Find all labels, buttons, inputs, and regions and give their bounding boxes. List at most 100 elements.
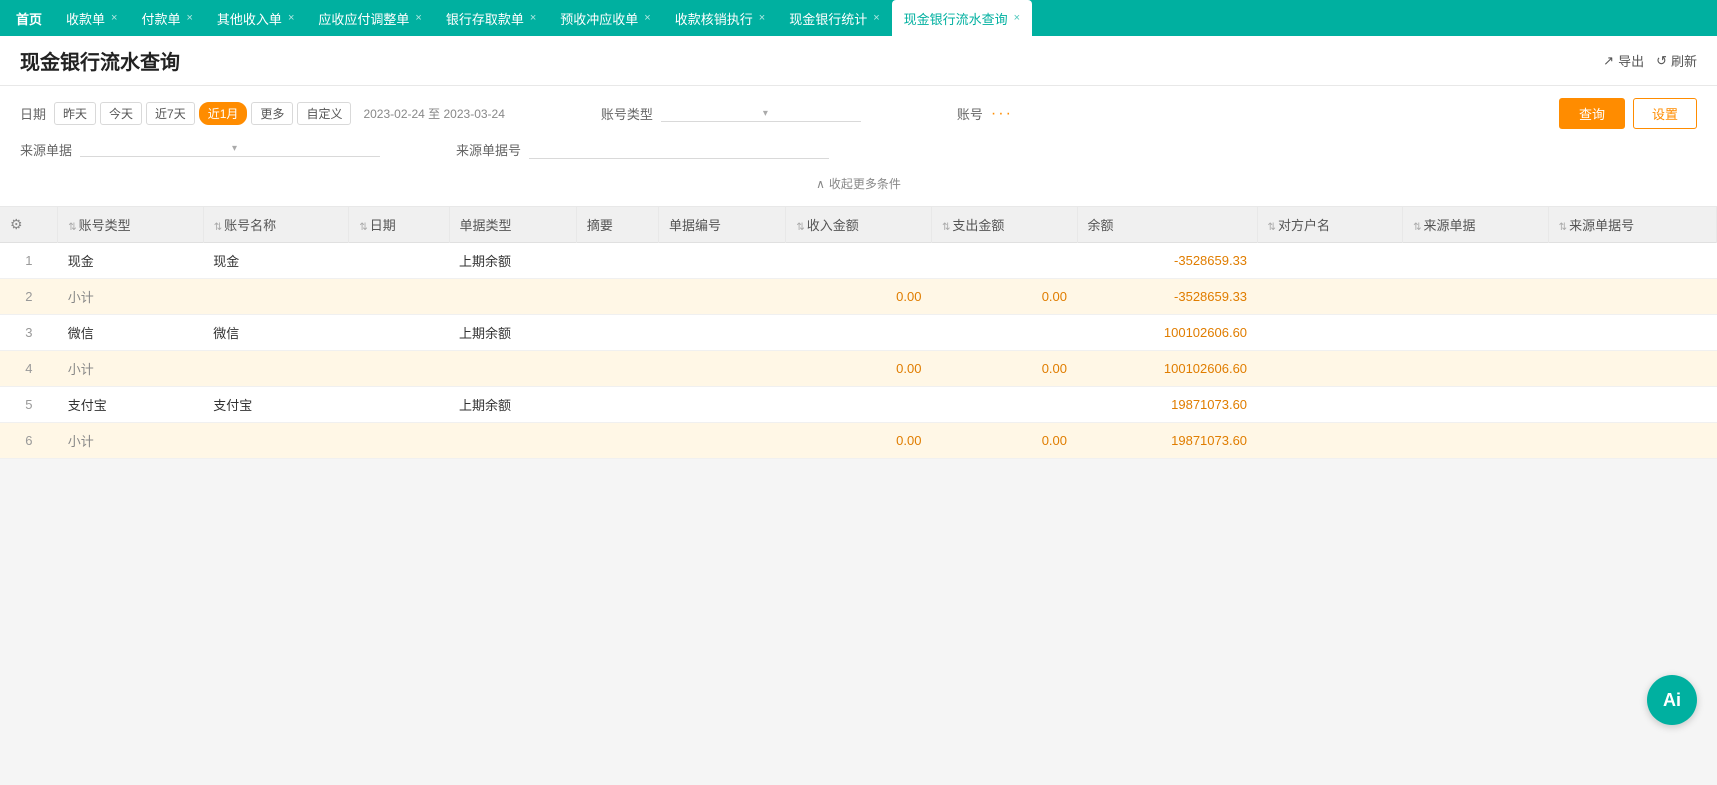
cell-income: 0.00 bbox=[786, 351, 932, 387]
close-icon[interactable]: × bbox=[1014, 12, 1020, 24]
col-header-account_name[interactable]: ⇅账号名称 bbox=[203, 207, 349, 243]
table-row: 2小计0.000.00-3528659.33 bbox=[0, 279, 1717, 315]
cell-balance: -3528659.33 bbox=[1077, 279, 1257, 315]
cell-doc_type: 上期余额 bbox=[449, 243, 576, 279]
col-header-counterpart[interactable]: ⇅对方户名 bbox=[1257, 207, 1403, 243]
cell-account_type: 现金 bbox=[58, 243, 204, 279]
sort-icon: ⇅ bbox=[68, 222, 76, 233]
cell-num: 4 bbox=[0, 351, 58, 387]
cell-doc_no bbox=[658, 387, 785, 423]
sort-icon: ⇅ bbox=[1413, 222, 1421, 233]
close-icon[interactable]: × bbox=[873, 12, 879, 24]
nav-tab-收款单[interactable]: 收款单× bbox=[54, 0, 129, 36]
cell-account_name: 支付宝 bbox=[203, 387, 349, 423]
date-btn-自定义[interactable]: 自定义 bbox=[297, 102, 351, 125]
nav-tab-银行存取款单[interactable]: 银行存取款单× bbox=[434, 0, 548, 36]
cell-doc_no bbox=[658, 423, 785, 459]
cell-num: 3 bbox=[0, 315, 58, 351]
cell-account_name: 现金 bbox=[203, 243, 349, 279]
cell-account_type: 小计 bbox=[58, 423, 204, 459]
source-doc-filter-group: 来源单据 ▾ bbox=[20, 140, 380, 159]
cell-num: 1 bbox=[0, 243, 58, 279]
close-icon[interactable]: × bbox=[530, 12, 536, 24]
tab-label: 收款核销执行 bbox=[675, 9, 753, 28]
cell-source_doc bbox=[1403, 351, 1549, 387]
table-row: 1现金现金上期余额-3528659.33 bbox=[0, 243, 1717, 279]
date-btn-近1月[interactable]: 近1月 bbox=[199, 102, 248, 125]
col-header-expense[interactable]: ⇅支出金额 bbox=[931, 207, 1077, 243]
cell-expense bbox=[931, 315, 1077, 351]
col-header-date[interactable]: ⇅日期 bbox=[349, 207, 449, 243]
cell-source_doc_no bbox=[1548, 423, 1716, 459]
page-title: 现金银行流水查询 bbox=[20, 46, 180, 75]
col-header-source_doc_no[interactable]: ⇅来源单据号 bbox=[1548, 207, 1716, 243]
cell-doc_no bbox=[658, 351, 785, 387]
nav-tab-其他收入单[interactable]: 其他收入单× bbox=[205, 0, 306, 36]
table-row: 4小计0.000.00100102606.60 bbox=[0, 351, 1717, 387]
cell-source_doc_no bbox=[1548, 279, 1716, 315]
collapse-up-icon: ∧ bbox=[816, 177, 825, 191]
close-icon[interactable]: × bbox=[288, 12, 294, 24]
cell-balance: 19871073.60 bbox=[1077, 387, 1257, 423]
export-label: 导出 bbox=[1618, 51, 1644, 70]
tab-label: 付款单 bbox=[141, 9, 180, 28]
cell-balance: -3528659.33 bbox=[1077, 243, 1257, 279]
close-icon[interactable]: × bbox=[415, 12, 421, 24]
cell-source_doc bbox=[1403, 423, 1549, 459]
cell-expense: 0.00 bbox=[931, 351, 1077, 387]
close-icon[interactable]: × bbox=[644, 12, 650, 24]
account-type-select[interactable]: ▾ bbox=[661, 106, 861, 122]
date-btn-今天[interactable]: 今天 bbox=[100, 102, 142, 125]
query-button[interactable]: 查询 bbox=[1559, 98, 1625, 129]
sort-icon: ⇅ bbox=[359, 222, 367, 233]
header-actions: ↗ 导出 ↺ 刷新 bbox=[1603, 51, 1697, 70]
cell-date bbox=[349, 279, 449, 315]
nav-tab-现金银行流水查询[interactable]: 现金银行流水查询× bbox=[892, 0, 1032, 36]
sort-icon: ⇅ bbox=[1268, 222, 1276, 233]
nav-tab-预收冲应收单[interactable]: 预收冲应收单× bbox=[548, 0, 662, 36]
nav-tab-收款核销执行[interactable]: 收款核销执行 × bbox=[663, 0, 777, 36]
col-header-account_type[interactable]: ⇅账号类型 bbox=[58, 207, 204, 243]
cell-date bbox=[349, 387, 449, 423]
collapse-bar[interactable]: ∧ 收起更多条件 bbox=[20, 169, 1697, 194]
cell-account_type: 小计 bbox=[58, 279, 204, 315]
export-icon: ↗ bbox=[1603, 53, 1614, 69]
cell-account_type: 小计 bbox=[58, 351, 204, 387]
col-header-summary: 摘要 bbox=[576, 207, 658, 243]
cell-balance: 100102606.60 bbox=[1077, 315, 1257, 351]
close-icon[interactable]: × bbox=[111, 12, 117, 24]
source-doc-no-label: 来源单据号 bbox=[456, 140, 521, 159]
close-icon[interactable]: × bbox=[186, 12, 192, 24]
account-no-label: 账号 bbox=[957, 104, 983, 123]
nav-home[interactable]: 首页 bbox=[4, 0, 54, 36]
table-row: 5支付宝支付宝上期余额19871073.60 bbox=[0, 387, 1717, 423]
close-icon[interactable]: × bbox=[759, 12, 765, 24]
ai-assistant-button[interactable]: Ai bbox=[1647, 675, 1697, 725]
export-button[interactable]: ↗ 导出 bbox=[1603, 51, 1644, 70]
date-btn-近7天[interactable]: 近7天 bbox=[146, 102, 195, 125]
nav-tab-应收应付调整单[interactable]: 应收应付调整单× bbox=[306, 0, 433, 36]
refresh-button[interactable]: ↺ 刷新 bbox=[1656, 51, 1697, 70]
nav-tab-现金银行统计[interactable]: 现金银行统计× bbox=[777, 0, 891, 36]
col-header-source_doc[interactable]: ⇅来源单据 bbox=[1403, 207, 1549, 243]
source-doc-no-input[interactable] bbox=[529, 139, 829, 159]
sort-icon: ⇅ bbox=[1559, 222, 1567, 233]
settings-button[interactable]: 设置 bbox=[1633, 98, 1697, 129]
cell-income: 0.00 bbox=[786, 279, 932, 315]
col-header-income[interactable]: ⇅收入金额 bbox=[786, 207, 932, 243]
cell-source_doc_no bbox=[1548, 243, 1716, 279]
filter-row-2: 来源单据 ▾ 来源单据号 bbox=[20, 139, 1697, 159]
date-btn-昨天[interactable]: 昨天 bbox=[54, 102, 96, 125]
cell-num: 6 bbox=[0, 423, 58, 459]
cell-counterpart bbox=[1257, 423, 1403, 459]
gear-icon[interactable]: ⚙ bbox=[10, 216, 23, 232]
cell-source_doc bbox=[1403, 387, 1549, 423]
cell-expense: 0.00 bbox=[931, 279, 1077, 315]
account-no-ellipsis[interactable]: ··· bbox=[991, 105, 1013, 123]
cell-date bbox=[349, 423, 449, 459]
date-btn-更多[interactable]: 更多 bbox=[251, 102, 293, 125]
cell-counterpart bbox=[1257, 279, 1403, 315]
filter-row-1: 日期 昨天今天近7天近1月更多自定义 2023-02-24 至 2023-03-… bbox=[20, 98, 1697, 129]
source-doc-select[interactable]: ▾ bbox=[80, 141, 380, 157]
nav-tab-付款单[interactable]: 付款单 × bbox=[129, 0, 204, 36]
